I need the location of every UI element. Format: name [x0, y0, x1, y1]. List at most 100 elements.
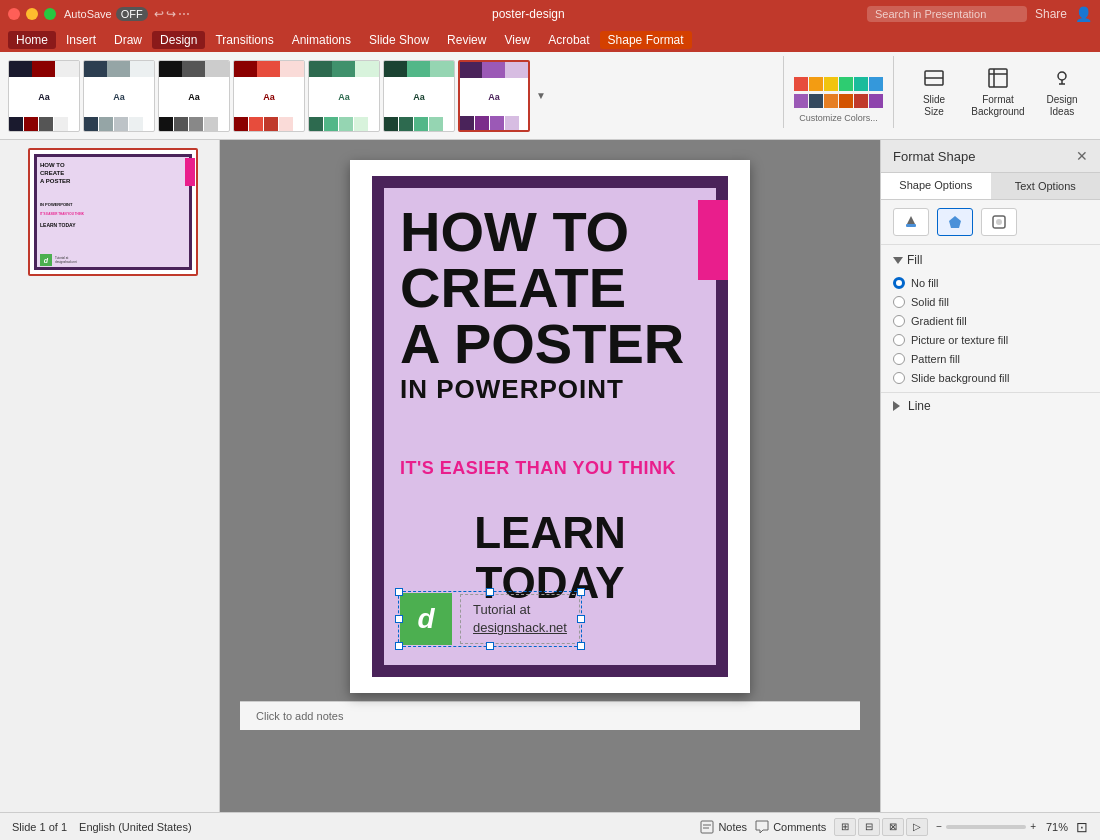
- share-button[interactable]: Share: [1035, 7, 1067, 21]
- slide-info: Slide 1 of 1: [12, 821, 67, 833]
- notes-button[interactable]: Notes: [700, 820, 747, 834]
- theme-5[interactable]: Aa: [308, 60, 380, 132]
- color-blue[interactable]: [869, 77, 883, 91]
- menu-design[interactable]: Design: [152, 31, 205, 49]
- autosave-toggle[interactable]: OFF: [116, 7, 148, 21]
- color-orange[interactable]: [809, 77, 823, 91]
- theme-7-selected[interactable]: Aa: [458, 60, 530, 132]
- more-icon[interactable]: ⋯: [178, 7, 190, 21]
- menu-view[interactable]: View: [496, 31, 538, 49]
- radio-picture-fill[interactable]: [893, 334, 905, 346]
- main-area: 1 HOW TOCREATEA POSTER IN POWERPOINT IT'…: [0, 140, 1100, 812]
- slide-size-button[interactable]: SlideSize: [904, 56, 964, 128]
- menu-insert[interactable]: Insert: [58, 31, 104, 49]
- color-green[interactable]: [839, 77, 853, 91]
- slide-1-container[interactable]: 1 HOW TOCREATEA POSTER IN POWERPOINT IT'…: [8, 148, 211, 276]
- color-darkblue[interactable]: [809, 94, 823, 108]
- comments-button[interactable]: Comments: [755, 820, 826, 834]
- reading-view-button[interactable]: ⊠: [882, 818, 904, 836]
- color-brown[interactable]: [839, 94, 853, 108]
- maximize-button[interactable]: [44, 8, 56, 20]
- menu-home[interactable]: Home: [8, 31, 56, 49]
- fill-gradient[interactable]: Gradient fill: [893, 313, 1088, 329]
- color-red[interactable]: [794, 77, 808, 91]
- color-darkred[interactable]: [854, 94, 868, 108]
- color-yellow[interactable]: [824, 77, 838, 91]
- theme-6[interactable]: Aa: [383, 60, 455, 132]
- radio-no-fill[interactable]: [893, 277, 905, 289]
- tab-text-options[interactable]: Text Options: [991, 173, 1101, 199]
- zoom-in-button[interactable]: +: [1030, 821, 1036, 832]
- radio-pattern-fill[interactable]: [893, 353, 905, 365]
- fill-solid[interactable]: Solid fill: [893, 294, 1088, 310]
- slide-sorter-button[interactable]: ⊟: [858, 818, 880, 836]
- menu-slideshow[interactable]: Slide Show: [361, 31, 437, 49]
- menu-acrobat[interactable]: Acrobat: [540, 31, 597, 49]
- handle-bottom-right[interactable]: [577, 642, 585, 650]
- handle-bottom-middle[interactable]: [486, 642, 494, 650]
- slideshow-button[interactable]: ▷: [906, 818, 928, 836]
- format-close-button[interactable]: ✕: [1076, 148, 1088, 164]
- zoom-control[interactable]: − + 71%: [936, 821, 1068, 833]
- radio-slide-bg-fill[interactable]: [893, 372, 905, 384]
- canvas-area[interactable]: HOW TO CREATE A POSTER IN POWERPOINT IT'…: [220, 140, 880, 812]
- language-info: English (United States): [79, 821, 192, 833]
- menu-review[interactable]: Review: [439, 31, 494, 49]
- color-teal[interactable]: [854, 77, 868, 91]
- fill-slide-bg[interactable]: Slide background fill: [893, 370, 1088, 386]
- theme-3[interactable]: Aa: [158, 60, 230, 132]
- notes-bar[interactable]: Click to add notes: [240, 701, 860, 730]
- theme-1[interactable]: Aa: [8, 60, 80, 132]
- poster-url-box[interactable]: Tutorial at designshack.net: [460, 594, 580, 644]
- gradient-fill-label: Gradient fill: [911, 315, 967, 327]
- color-darkorange[interactable]: [824, 94, 838, 108]
- shape-effects-icon-button[interactable]: [981, 208, 1017, 236]
- fill-no-fill[interactable]: No fill: [893, 275, 1088, 291]
- tab-shape-options[interactable]: Shape Options: [881, 173, 991, 199]
- handle-middle-right[interactable]: [577, 615, 585, 623]
- undo-icon[interactable]: ↩: [154, 7, 164, 21]
- poster-line4: IN POWERPOINT: [400, 376, 700, 402]
- window-title: poster-design: [190, 7, 867, 21]
- minimize-button[interactable]: [26, 8, 38, 20]
- slide-canvas[interactable]: HOW TO CREATE A POSTER IN POWERPOINT IT'…: [350, 160, 750, 693]
- format-background-button[interactable]: FormatBackground: [968, 56, 1028, 128]
- close-button[interactable]: [8, 8, 20, 20]
- fit-page-button[interactable]: ⊡: [1076, 819, 1088, 835]
- poster-inner[interactable]: HOW TO CREATE A POSTER IN POWERPOINT IT'…: [372, 176, 728, 677]
- menu-shape-format[interactable]: Shape Format: [600, 31, 692, 49]
- design-ideas-icon: [1050, 66, 1074, 90]
- fill-section-header[interactable]: Fill: [893, 251, 1088, 269]
- user-icon[interactable]: 👤: [1075, 6, 1092, 22]
- radio-gradient-fill[interactable]: [893, 315, 905, 327]
- no-fill-label: No fill: [911, 277, 939, 289]
- menu-draw[interactable]: Draw: [106, 31, 150, 49]
- poster-subtitle: IT'S EASIER THAN YOU THINK: [400, 458, 700, 479]
- normal-view-button[interactable]: ⊞: [834, 818, 856, 836]
- menu-transitions[interactable]: Transitions: [207, 31, 281, 49]
- fill-effects-icon-button[interactable]: [893, 208, 929, 236]
- poster-logo-area[interactable]: d Tutorial at designshack.net: [400, 593, 580, 645]
- menu-animations[interactable]: Animations: [284, 31, 359, 49]
- fill-options: No fill Solid fill Gradient fill Picture…: [893, 275, 1088, 386]
- line-section-header[interactable]: Line: [893, 399, 1088, 413]
- radio-solid-fill[interactable]: [893, 296, 905, 308]
- theme-2[interactable]: Aa: [83, 60, 155, 132]
- zoom-level: 71%: [1040, 821, 1068, 833]
- search-input[interactable]: [867, 6, 1027, 22]
- design-ideas-button[interactable]: DesignIdeas: [1032, 56, 1092, 128]
- slide-1-thumbnail[interactable]: HOW TOCREATEA POSTER IN POWERPOINT IT'S …: [28, 148, 198, 276]
- redo-icon[interactable]: ↪: [166, 7, 176, 21]
- theme-4[interactable]: Aa: [233, 60, 305, 132]
- zoom-out-button[interactable]: −: [936, 821, 942, 832]
- design-ideas-label: DesignIdeas: [1046, 94, 1077, 118]
- status-left: Slide 1 of 1 English (United States): [12, 821, 688, 833]
- format-title: Format Shape: [893, 149, 975, 164]
- theme-more-arrow[interactable]: ▼: [533, 60, 549, 132]
- color-purple[interactable]: [794, 94, 808, 108]
- shape-fill-icon-button[interactable]: [937, 208, 973, 236]
- fill-picture[interactable]: Picture or texture fill: [893, 332, 1088, 348]
- color-violet[interactable]: [869, 94, 883, 108]
- fill-pattern[interactable]: Pattern fill: [893, 351, 1088, 367]
- zoom-slider[interactable]: [946, 825, 1026, 829]
